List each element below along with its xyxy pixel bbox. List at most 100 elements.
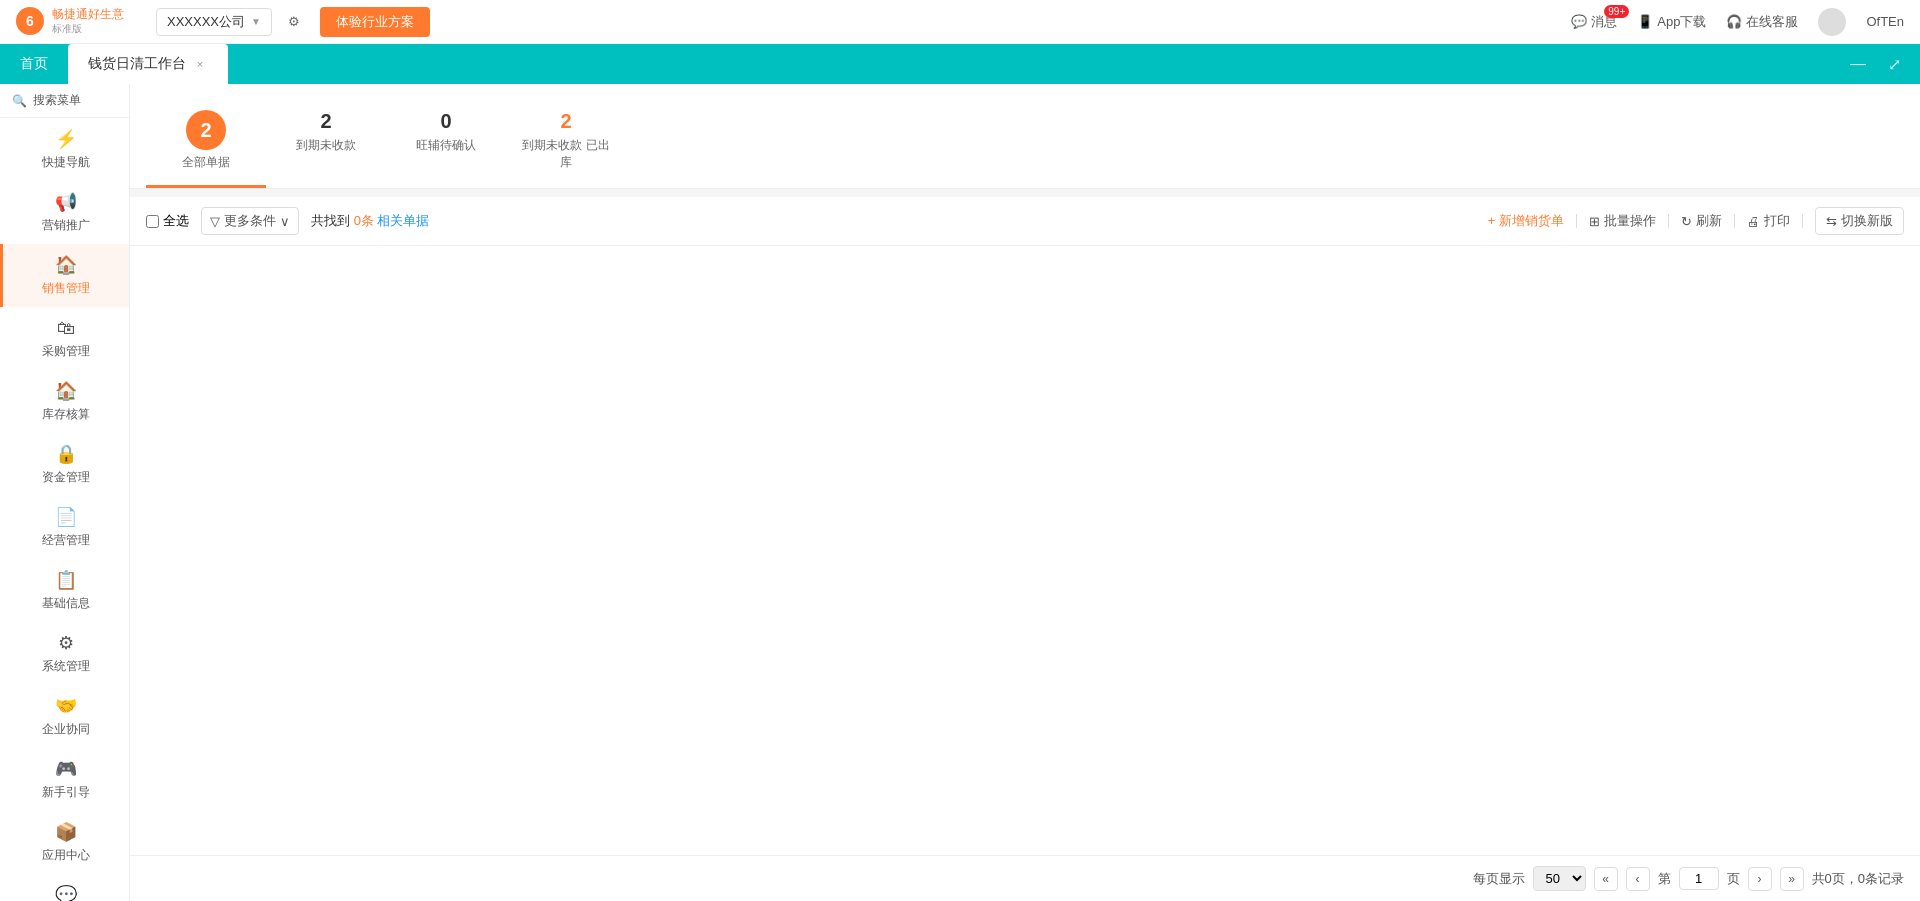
stat-tab-overdue[interactable]: 2 到期未收款 <box>266 100 386 188</box>
app-logo-icon: 6 <box>16 7 44 35</box>
stat-num-overdue: 2 <box>282 110 370 133</box>
sidebar-item-label: 应用中心 <box>42 847 90 864</box>
divider <box>1668 214 1669 228</box>
online-service-button[interactable]: 🎧 在线客服 <box>1726 13 1798 31</box>
divider <box>1734 214 1735 228</box>
found-count: 0条 <box>354 213 374 228</box>
refresh-button[interactable]: ↻ 刷新 <box>1681 212 1722 230</box>
tab-home[interactable]: 首页 <box>0 44 68 84</box>
prev-page-button[interactable]: ‹ <box>1626 867 1650 891</box>
toolbar: 全选 ▽ 更多条件 ∨ 共找到 0条 相关单据 + 新增销货单 ⊞ 批量操作 <box>130 197 1920 246</box>
next-page-button[interactable]: › <box>1748 867 1772 891</box>
sidebar-item-label: 经营管理 <box>42 532 90 549</box>
stat-label-overdue-shipped: 到期未收款 已出库 <box>522 137 610 171</box>
sidebar-item-cooperation[interactable]: 🤝 企业协同 <box>0 685 129 748</box>
chevron-down-icon: ▼ <box>251 16 261 27</box>
first-page-button[interactable]: « <box>1594 867 1618 891</box>
download-icon: 📱 <box>1637 14 1653 29</box>
sidebar-item-wechat[interactable]: 💬 企业微信 <box>0 874 129 901</box>
sidebar-item-label: 企业协同 <box>42 721 90 738</box>
stat-tab-overdue-shipped[interactable]: 2 到期未收款 已出库 <box>506 100 626 188</box>
sidebar-item-label: 资金管理 <box>42 469 90 486</box>
message-icon: 💬 <box>1571 14 1587 29</box>
sales-icon: 🏠 <box>55 254 77 276</box>
sidebar-item-label: 销售管理 <box>42 280 90 297</box>
stat-label-pending: 旺辅待确认 <box>402 137 490 154</box>
sidebar-item-quick-nav[interactable]: ⚡ 快捷导航 <box>0 118 129 181</box>
search-menu[interactable]: 🔍 搜索菜单 <box>0 84 129 118</box>
avatar[interactable] <box>1818 8 1846 36</box>
filter-button[interactable]: ▽ 更多条件 ∨ <box>201 207 299 235</box>
divider <box>1576 214 1577 228</box>
sidebar-item-system[interactable]: ⚙ 系统管理 <box>0 622 129 685</box>
sidebar-item-apps[interactable]: 📦 应用中心 <box>0 811 129 874</box>
sidebar-item-marketing[interactable]: 📢 营销推广 <box>0 181 129 244</box>
header-right: 💬 消息 99+ 📱 App下载 🎧 在线客服 OfTEn <box>1571 8 1904 36</box>
page-suffix: 页 <box>1727 870 1740 888</box>
trial-button[interactable]: 体验行业方案 <box>320 7 430 37</box>
stat-num-all: 2 <box>186 110 226 150</box>
app-download-button[interactable]: 📱 App下载 <box>1637 13 1706 31</box>
messages-button[interactable]: 💬 消息 99+ <box>1571 13 1617 31</box>
last-page-button[interactable]: » <box>1780 867 1804 891</box>
operations-icon: 📄 <box>55 506 77 528</box>
company-name: XXXXXX公司 <box>167 13 245 31</box>
settings-button[interactable]: ⚙ <box>280 8 308 36</box>
sidebar-item-sales[interactable]: 🏠 销售管理 <box>0 244 129 307</box>
maximize-icon[interactable]: ⤢ <box>1880 50 1908 78</box>
app-logo-text: 畅捷通好生意 标准版 <box>52 7 124 35</box>
per-page-select[interactable]: 50 <box>1533 866 1586 891</box>
total-label: 共0页，0条记录 <box>1812 870 1904 888</box>
chevron-down-icon: ∨ <box>280 214 290 229</box>
message-badge: 99+ <box>1604 5 1629 18</box>
sidebar-item-operations[interactable]: 📄 经营管理 <box>0 496 129 559</box>
purchase-icon: 🛍 <box>55 317 77 339</box>
switch-version-button[interactable]: ⇆ 切换新版 <box>1815 207 1904 235</box>
sidebar-item-label: 基础信息 <box>42 595 90 612</box>
basics-icon: 📋 <box>55 569 77 591</box>
stat-tab-all[interactable]: 2 全部单据 <box>146 100 266 188</box>
print-button[interactable]: 🖨 打印 <box>1747 212 1790 230</box>
service-icon: 🎧 <box>1726 14 1742 29</box>
stat-num-overdue-shipped: 2 <box>522 110 610 133</box>
sidebar-item-inventory[interactable]: 🏠 库存核算 <box>0 370 129 433</box>
related-orders-link[interactable]: 相关单据 <box>377 213 429 228</box>
user-name: OfTEn <box>1866 14 1904 29</box>
main-layout: 🔍 搜索菜单 ⚡ 快捷导航 📢 营销推广 🏠 销售管理 🛍 采购管理 🏠 库存核… <box>0 84 1920 901</box>
refresh-icon: ↻ <box>1681 214 1692 229</box>
select-all-checkbox[interactable]: 全选 <box>146 212 189 230</box>
lightning-icon: ⚡ <box>55 128 77 150</box>
batch-icon: ⊞ <box>1589 214 1600 229</box>
nav-tabs: 首页 钱货日清工作台 × — ⤢ <box>0 44 1920 84</box>
content-area: 2 全部单据 2 到期未收款 0 旺辅待确认 2 到期未收款 已出库 全选 <box>130 84 1920 901</box>
page-input[interactable] <box>1679 867 1719 890</box>
minimize-icon[interactable]: — <box>1844 50 1872 78</box>
table-area <box>130 246 1920 855</box>
batch-operation-button[interactable]: ⊞ 批量操作 <box>1589 212 1656 230</box>
system-icon: ⚙ <box>55 632 77 654</box>
filter-icon: ▽ <box>210 214 220 229</box>
page-label: 第 <box>1658 870 1671 888</box>
sidebar-item-capital[interactable]: 🔒 资金管理 <box>0 433 129 496</box>
sidebar-item-label: 营销推广 <box>42 217 90 234</box>
top-header: 6 畅捷通好生意 标准版 XXXXXX公司 ▼ ⚙ 体验行业方案 💬 消息 99… <box>0 0 1920 44</box>
company-selector[interactable]: XXXXXX公司 ▼ <box>156 8 272 36</box>
found-text: 共找到 0条 相关单据 <box>311 212 429 230</box>
sidebar-item-guide[interactable]: 🎮 新手引导 <box>0 748 129 811</box>
pagination: 每页显示 50 « ‹ 第 页 › » 共0页，0条记录 <box>130 855 1920 901</box>
stat-label-overdue: 到期未收款 <box>282 137 370 154</box>
sidebar-item-label: 新手引导 <box>42 784 90 801</box>
sidebar-item-label: 系统管理 <box>42 658 90 675</box>
sidebar-item-label: 库存核算 <box>42 406 90 423</box>
sidebar-item-basics[interactable]: 📋 基础信息 <box>0 559 129 622</box>
stat-tab-pending[interactable]: 0 旺辅待确认 <box>386 100 506 188</box>
add-sales-order-button[interactable]: + 新增销货单 <box>1488 212 1564 230</box>
megaphone-icon: 📢 <box>55 191 77 213</box>
tab-close-icon[interactable]: × <box>192 56 208 72</box>
tab-cash-flow[interactable]: 钱货日清工作台 × <box>68 44 228 84</box>
stats-tabs: 2 全部单据 2 到期未收款 0 旺辅待确认 2 到期未收款 已出库 <box>130 84 1920 189</box>
toolbar-right: + 新增销货单 ⊞ 批量操作 ↻ 刷新 🖨 打印 <box>1488 207 1904 235</box>
checkbox-input[interactable] <box>146 215 159 228</box>
switch-icon: ⇆ <box>1826 214 1837 229</box>
sidebar-item-purchase[interactable]: 🛍 采购管理 <box>0 307 129 370</box>
